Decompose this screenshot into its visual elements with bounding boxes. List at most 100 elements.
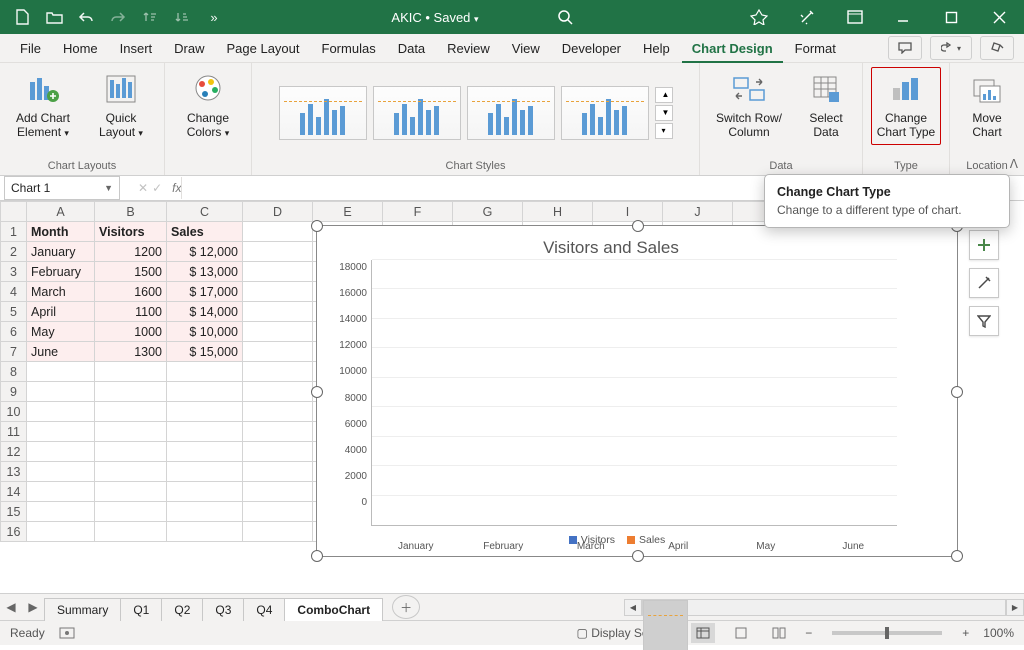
tab-chart-design[interactable]: Chart Design bbox=[682, 36, 783, 63]
name-box[interactable]: Chart 1▼ bbox=[4, 176, 120, 200]
tab-formulas[interactable]: Formulas bbox=[312, 36, 386, 61]
tab-page-layout[interactable]: Page Layout bbox=[217, 36, 310, 61]
group-label-chart-styles: Chart Styles bbox=[446, 158, 506, 173]
chart-style-thumb[interactable] bbox=[373, 86, 461, 140]
horizontal-scrollbar[interactable]: ◀ ▶ bbox=[624, 600, 1024, 615]
tab-format[interactable]: Format bbox=[785, 36, 846, 61]
status-bar: Ready ▢ Display Settings − + 100% bbox=[0, 620, 1024, 645]
chart-plot-area[interactable]: JanuaryFebruaryMarchAprilMayJune bbox=[371, 260, 897, 526]
view-page-break-button[interactable] bbox=[767, 623, 791, 643]
chart-title[interactable]: Visitors and Sales bbox=[325, 234, 897, 260]
tooltip-title: Change Chart Type bbox=[777, 185, 997, 199]
change-chart-type-tooltip: Change Chart Type Change to a different … bbox=[764, 174, 1010, 228]
resize-handle[interactable] bbox=[632, 220, 644, 232]
zoom-out-button[interactable]: − bbox=[805, 626, 812, 640]
chart-style-thumb[interactable] bbox=[561, 86, 649, 140]
gallery-up-button[interactable]: ▲ bbox=[655, 87, 673, 103]
chart-styles-button[interactable] bbox=[969, 268, 999, 298]
comment-button[interactable] bbox=[888, 36, 922, 60]
tab-home[interactable]: Home bbox=[53, 36, 108, 61]
titlebar: » AKIC • Saved ▾ bbox=[0, 0, 1024, 34]
sheet-tab-q2[interactable]: Q2 bbox=[161, 598, 203, 621]
undo-icon[interactable] bbox=[72, 3, 100, 31]
help-button[interactable] bbox=[980, 36, 1014, 60]
tab-nav-next[interactable]: ▶ bbox=[22, 596, 44, 618]
group-label-data: Data bbox=[769, 158, 792, 173]
new-file-icon[interactable] bbox=[8, 3, 36, 31]
document-title: AKIC • Saved ▾ bbox=[391, 10, 478, 25]
resize-handle[interactable] bbox=[632, 550, 644, 562]
accept-formula-icon[interactable]: ✓ bbox=[152, 181, 162, 195]
magic-icon[interactable] bbox=[784, 0, 830, 34]
fx-icon[interactable]: fx bbox=[172, 181, 181, 195]
sort-asc-icon[interactable] bbox=[136, 3, 164, 31]
zoom-in-button[interactable]: + bbox=[962, 626, 969, 640]
group-label-type: Type bbox=[894, 158, 918, 173]
resize-handle[interactable] bbox=[311, 220, 323, 232]
resize-handle[interactable] bbox=[311, 386, 323, 398]
chart-y-axis: 1800016000140001200010000800060004000200… bbox=[325, 260, 371, 526]
redo-icon[interactable] bbox=[104, 3, 132, 31]
scroll-thumb[interactable] bbox=[643, 600, 688, 650]
sheet-tabs: ◀ ▶ SummaryQ1Q2Q3Q4ComboChart ＋ ◀ ▶ bbox=[0, 593, 1024, 620]
tooltip-body: Change to a different type of chart. bbox=[777, 203, 997, 217]
resize-handle[interactable] bbox=[311, 550, 323, 562]
zoom-slider[interactable] bbox=[832, 631, 942, 635]
add-chart-element-button[interactable]: Add Chart Element ▾ bbox=[8, 67, 78, 145]
change-colors-button[interactable]: Change Colors ▾ bbox=[173, 67, 243, 145]
gallery-more-button[interactable]: ▾ bbox=[655, 123, 673, 139]
sheet-tab-q1[interactable]: Q1 bbox=[120, 598, 162, 621]
tab-help[interactable]: Help bbox=[633, 36, 680, 61]
move-chart-button[interactable]: Move Chart bbox=[958, 67, 1016, 145]
group-label-location: Location bbox=[966, 158, 1008, 173]
tab-review[interactable]: Review bbox=[437, 36, 500, 61]
tab-data[interactable]: Data bbox=[388, 36, 435, 61]
sheet-tab-q3[interactable]: Q3 bbox=[202, 598, 244, 621]
tab-view[interactable]: View bbox=[502, 36, 550, 61]
status-ready: Ready bbox=[10, 626, 45, 640]
tab-file[interactable]: File bbox=[10, 36, 51, 61]
sort-desc-icon[interactable] bbox=[168, 3, 196, 31]
tab-developer[interactable]: Developer bbox=[552, 36, 631, 61]
open-file-icon[interactable] bbox=[40, 3, 68, 31]
chart-object[interactable]: Visitors and Sales 180001600014000120001… bbox=[316, 225, 958, 557]
sheet-tab-summary[interactable]: Summary bbox=[44, 598, 121, 621]
collapse-ribbon-icon[interactable]: ᐱ bbox=[1010, 157, 1018, 171]
close-button[interactable] bbox=[976, 0, 1022, 34]
maximize-button[interactable] bbox=[928, 0, 974, 34]
premium-icon[interactable] bbox=[736, 0, 782, 34]
tab-draw[interactable]: Draw bbox=[164, 36, 214, 61]
chart-style-thumb[interactable] bbox=[279, 86, 367, 140]
tab-insert[interactable]: Insert bbox=[110, 36, 163, 61]
tab-nav-prev[interactable]: ◀ bbox=[0, 596, 22, 618]
select-data-button[interactable]: Select Data bbox=[798, 67, 854, 145]
view-normal-button[interactable] bbox=[691, 623, 715, 643]
quick-layout-button[interactable]: Quick Layout ▾ bbox=[86, 67, 156, 145]
change-chart-type-button[interactable]: Change Chart Type bbox=[871, 67, 941, 145]
qat-overflow-icon[interactable]: » bbox=[200, 3, 228, 31]
search-icon[interactable] bbox=[557, 9, 573, 25]
cancel-formula-icon[interactable]: ✕ bbox=[138, 181, 148, 195]
chart-style-thumb[interactable] bbox=[467, 86, 555, 140]
chart-elements-button[interactable] bbox=[969, 230, 999, 260]
gallery-down-button[interactable]: ▼ bbox=[655, 105, 673, 121]
ribbon-tabs: FileHomeInsertDrawPage LayoutFormulasDat… bbox=[0, 34, 1024, 63]
chart-filters-button[interactable] bbox=[969, 306, 999, 336]
switch-row-column-button[interactable]: Switch Row/ Column bbox=[708, 67, 790, 145]
macro-record-icon[interactable] bbox=[59, 627, 75, 639]
scroll-right-button[interactable]: ▶ bbox=[1006, 599, 1024, 616]
sheet-tab-q4[interactable]: Q4 bbox=[243, 598, 285, 621]
add-sheet-button[interactable]: ＋ bbox=[392, 595, 420, 619]
worksheet-grid[interactable]: ABCDEFGHIJKLM1MonthVisitorsSales2January… bbox=[0, 201, 1024, 593]
ribbon: Add Chart Element ▾ Quick Layout ▾ Chart… bbox=[0, 63, 1024, 176]
zoom-level[interactable]: 100% bbox=[983, 626, 1014, 640]
chart-styles-gallery[interactable]: ▲ ▼ ▾ bbox=[279, 86, 673, 140]
share-button[interactable]: ▾ bbox=[930, 36, 972, 60]
resize-handle[interactable] bbox=[951, 550, 963, 562]
resize-handle[interactable] bbox=[951, 386, 963, 398]
view-page-layout-button[interactable] bbox=[729, 623, 753, 643]
ribbon-display-icon[interactable] bbox=[832, 0, 878, 34]
scroll-left-button[interactable]: ◀ bbox=[624, 599, 642, 616]
minimize-button[interactable] bbox=[880, 0, 926, 34]
sheet-tab-combochart[interactable]: ComboChart bbox=[284, 598, 383, 621]
